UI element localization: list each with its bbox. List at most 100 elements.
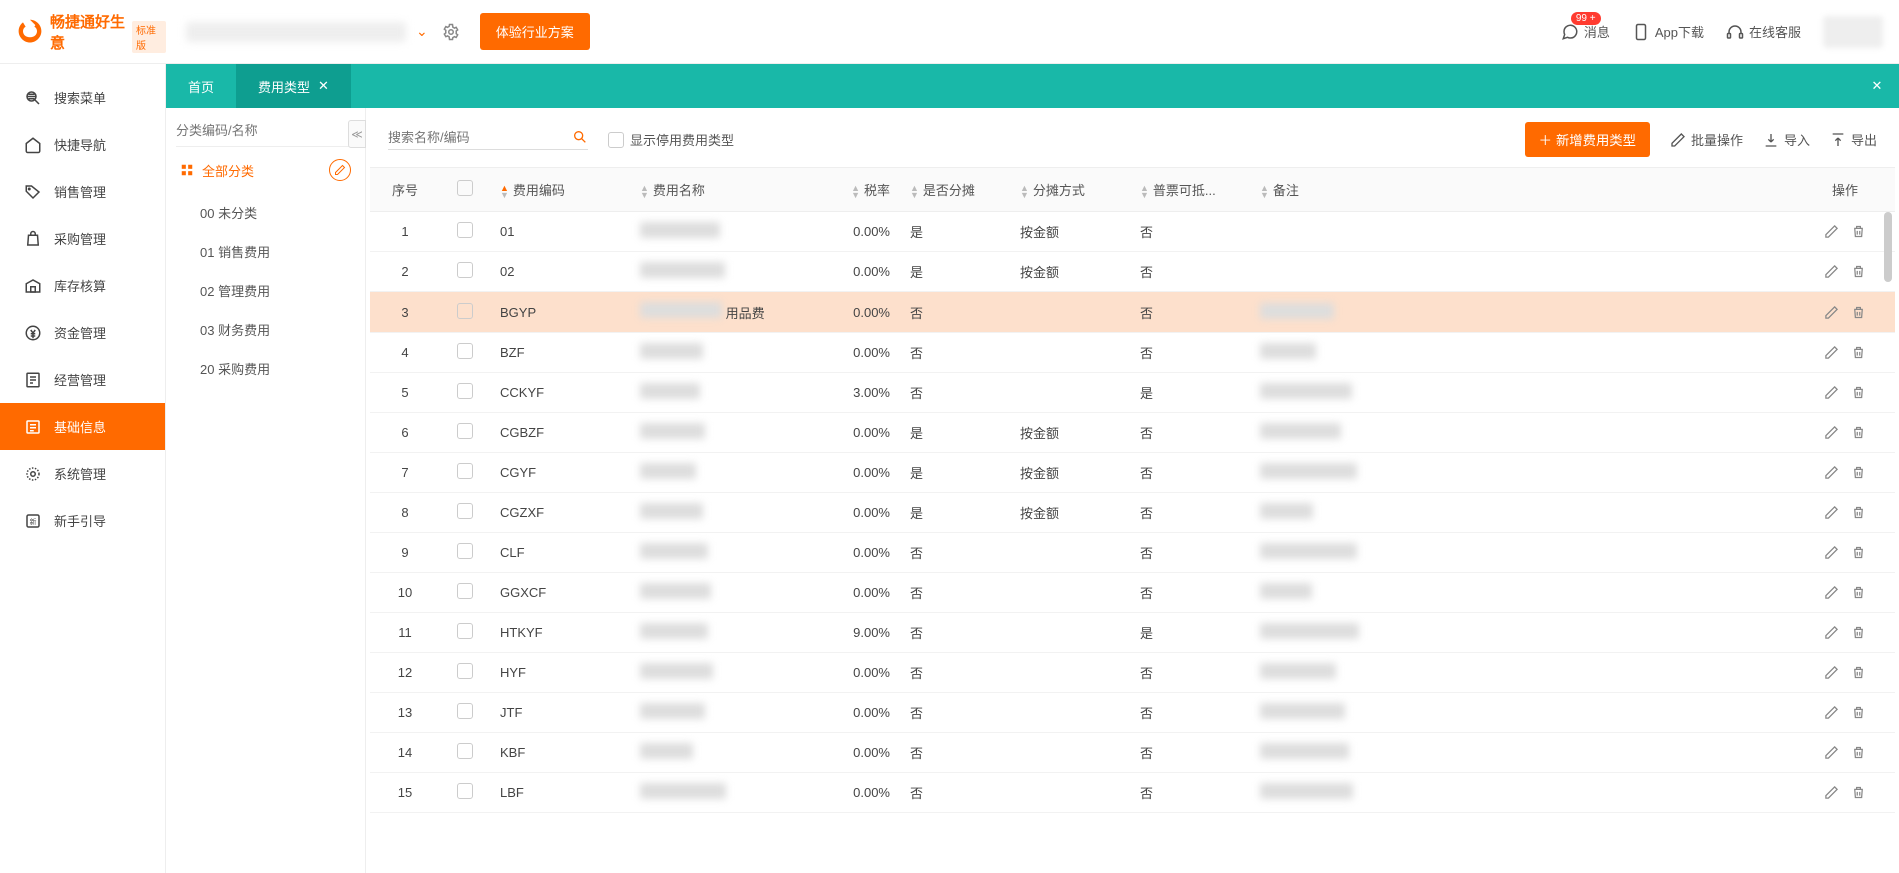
import-button[interactable]: 导入 <box>1763 130 1810 149</box>
table-row[interactable]: 4BZF0.00%否否 <box>370 333 1895 373</box>
close-icon[interactable]: ✕ <box>318 78 329 94</box>
sidebar-item-guide[interactable]: 新 新手引导 <box>0 497 165 544</box>
vertical-scrollbar[interactable] <box>1883 212 1893 863</box>
table-row[interactable]: 2020.00%是按金额否 <box>370 252 1895 292</box>
delete-row-button[interactable] <box>1851 745 1866 760</box>
table-row[interactable]: 10GGXCF0.00%否否 <box>370 573 1895 613</box>
edit-row-button[interactable] <box>1824 224 1839 239</box>
edit-row-button[interactable] <box>1824 545 1839 560</box>
delete-row-button[interactable] <box>1851 224 1866 239</box>
col-code[interactable]: ▲▼费用编码 <box>490 168 630 212</box>
col-seq[interactable]: 序号 <box>370 168 440 212</box>
app-download-link[interactable]: App下载 <box>1632 22 1704 41</box>
sidebar-item-search[interactable]: 搜索菜单 <box>0 74 165 121</box>
table-row[interactable]: 7CGYF0.00%是按金额否 <box>370 453 1895 493</box>
delete-row-button[interactable] <box>1851 425 1866 440</box>
messages-link[interactable]: 99 + 消息 <box>1561 22 1610 41</box>
delete-row-button[interactable] <box>1851 705 1866 720</box>
batch-action-button[interactable]: 批量操作 <box>1670 130 1743 149</box>
tree-child[interactable]: 02 管理费用 <box>176 271 355 310</box>
cell-checkbox[interactable] <box>440 333 490 373</box>
col-method[interactable]: ▲▼分摊方式 <box>1010 168 1130 212</box>
edit-row-button[interactable] <box>1824 585 1839 600</box>
tab-expense-type[interactable]: 费用类型 ✕ <box>236 64 351 108</box>
edit-row-button[interactable] <box>1824 625 1839 640</box>
table-row[interactable]: 3BGYP 用品费0.00%否否 <box>370 292 1895 333</box>
cell-checkbox[interactable] <box>440 373 490 413</box>
delete-row-button[interactable] <box>1851 625 1866 640</box>
collapse-tree-handle[interactable]: ≪ <box>348 120 366 148</box>
tree-root-all[interactable]: 全部分类 <box>176 147 355 193</box>
cell-checkbox[interactable] <box>440 693 490 733</box>
cell-checkbox[interactable] <box>440 533 490 573</box>
table-row[interactable]: 13JTF0.00%否否 <box>370 693 1895 733</box>
sidebar-item-funds[interactable]: 资金管理 <box>0 309 165 356</box>
add-expense-type-button[interactable]: ＋ 新增费用类型 <box>1525 122 1650 157</box>
col-remark[interactable]: ▲▼备注 <box>1250 168 1795 212</box>
table-row[interactable]: 14KBF0.00%否否 <box>370 733 1895 773</box>
delete-row-button[interactable] <box>1851 305 1866 320</box>
col-deduct[interactable]: ▲▼普票可抵... <box>1130 168 1250 212</box>
delete-row-button[interactable] <box>1851 785 1866 800</box>
edit-row-button[interactable] <box>1824 785 1839 800</box>
table-row[interactable]: 11HTKYF9.00%否是 <box>370 613 1895 653</box>
tree-child[interactable]: 00 未分类 <box>176 193 355 232</box>
search-icon[interactable] <box>572 129 588 145</box>
export-button[interactable]: 导出 <box>1830 130 1877 149</box>
table-row[interactable]: 5CCKYF3.00%否是 <box>370 373 1895 413</box>
cell-checkbox[interactable] <box>440 653 490 693</box>
sidebar-item-system[interactable]: 系统管理 <box>0 450 165 497</box>
cell-checkbox[interactable] <box>440 733 490 773</box>
sidebar-item-sales[interactable]: 销售管理 <box>0 168 165 215</box>
table-row[interactable]: 12HYF0.00%否否 <box>370 653 1895 693</box>
sidebar-item-inventory[interactable]: 库存核算 <box>0 262 165 309</box>
sidebar-item-basicinfo[interactable]: 基础信息 <box>0 403 165 450</box>
sidebar-item-business[interactable]: 经营管理 <box>0 356 165 403</box>
cell-checkbox[interactable] <box>440 252 490 292</box>
table-row[interactable]: 8CGZXF0.00%是按金额否 <box>370 493 1895 533</box>
cell-checkbox[interactable] <box>440 773 490 813</box>
col-apportion[interactable]: ▲▼是否分摊 <box>900 168 1010 212</box>
cell-checkbox[interactable] <box>440 292 490 333</box>
close-all-tabs[interactable]: ✕ <box>1855 78 1899 94</box>
edit-row-button[interactable] <box>1824 385 1839 400</box>
edit-row-button[interactable] <box>1824 705 1839 720</box>
table-row[interactable]: 1010.00%是按金额否 <box>370 212 1895 252</box>
edit-row-button[interactable] <box>1824 345 1839 360</box>
edit-row-button[interactable] <box>1824 745 1839 760</box>
settings-button[interactable] <box>442 23 460 41</box>
support-link[interactable]: 在线客服 <box>1726 22 1801 41</box>
delete-row-button[interactable] <box>1851 665 1866 680</box>
col-rate[interactable]: ▲▼税率 <box>810 168 900 212</box>
table-search-input[interactable] <box>388 130 572 145</box>
col-checkbox[interactable] <box>440 168 490 212</box>
cell-checkbox[interactable] <box>440 493 490 533</box>
user-avatar[interactable] <box>1823 16 1883 48</box>
edit-row-button[interactable] <box>1824 465 1839 480</box>
cell-checkbox[interactable] <box>440 413 490 453</box>
edit-row-button[interactable] <box>1824 305 1839 320</box>
edit-tree-button[interactable] <box>329 159 351 181</box>
edit-row-button[interactable] <box>1824 665 1839 680</box>
delete-row-button[interactable] <box>1851 385 1866 400</box>
sidebar-item-quicknav[interactable]: 快捷导航 <box>0 121 165 168</box>
edit-row-button[interactable] <box>1824 264 1839 279</box>
tree-child[interactable]: 03 财务费用 <box>176 310 355 349</box>
delete-row-button[interactable] <box>1851 545 1866 560</box>
tab-home[interactable]: 首页 <box>166 64 236 108</box>
show-disabled-toggle[interactable]: 显示停用费用类型 <box>608 130 734 149</box>
company-selector[interactable]: ⌄ <box>186 22 428 42</box>
edit-row-button[interactable] <box>1824 425 1839 440</box>
cell-checkbox[interactable] <box>440 573 490 613</box>
tree-search-input[interactable] <box>176 123 352 138</box>
tree-child[interactable]: 20 采购费用 <box>176 349 355 388</box>
delete-row-button[interactable] <box>1851 465 1866 480</box>
cell-checkbox[interactable] <box>440 613 490 653</box>
cell-checkbox[interactable] <box>440 212 490 252</box>
sidebar-item-purchase[interactable]: 采购管理 <box>0 215 165 262</box>
col-name[interactable]: ▲▼费用名称 <box>630 168 810 212</box>
delete-row-button[interactable] <box>1851 264 1866 279</box>
edit-row-button[interactable] <box>1824 505 1839 520</box>
tree-child[interactable]: 01 销售费用 <box>176 232 355 271</box>
delete-row-button[interactable] <box>1851 585 1866 600</box>
